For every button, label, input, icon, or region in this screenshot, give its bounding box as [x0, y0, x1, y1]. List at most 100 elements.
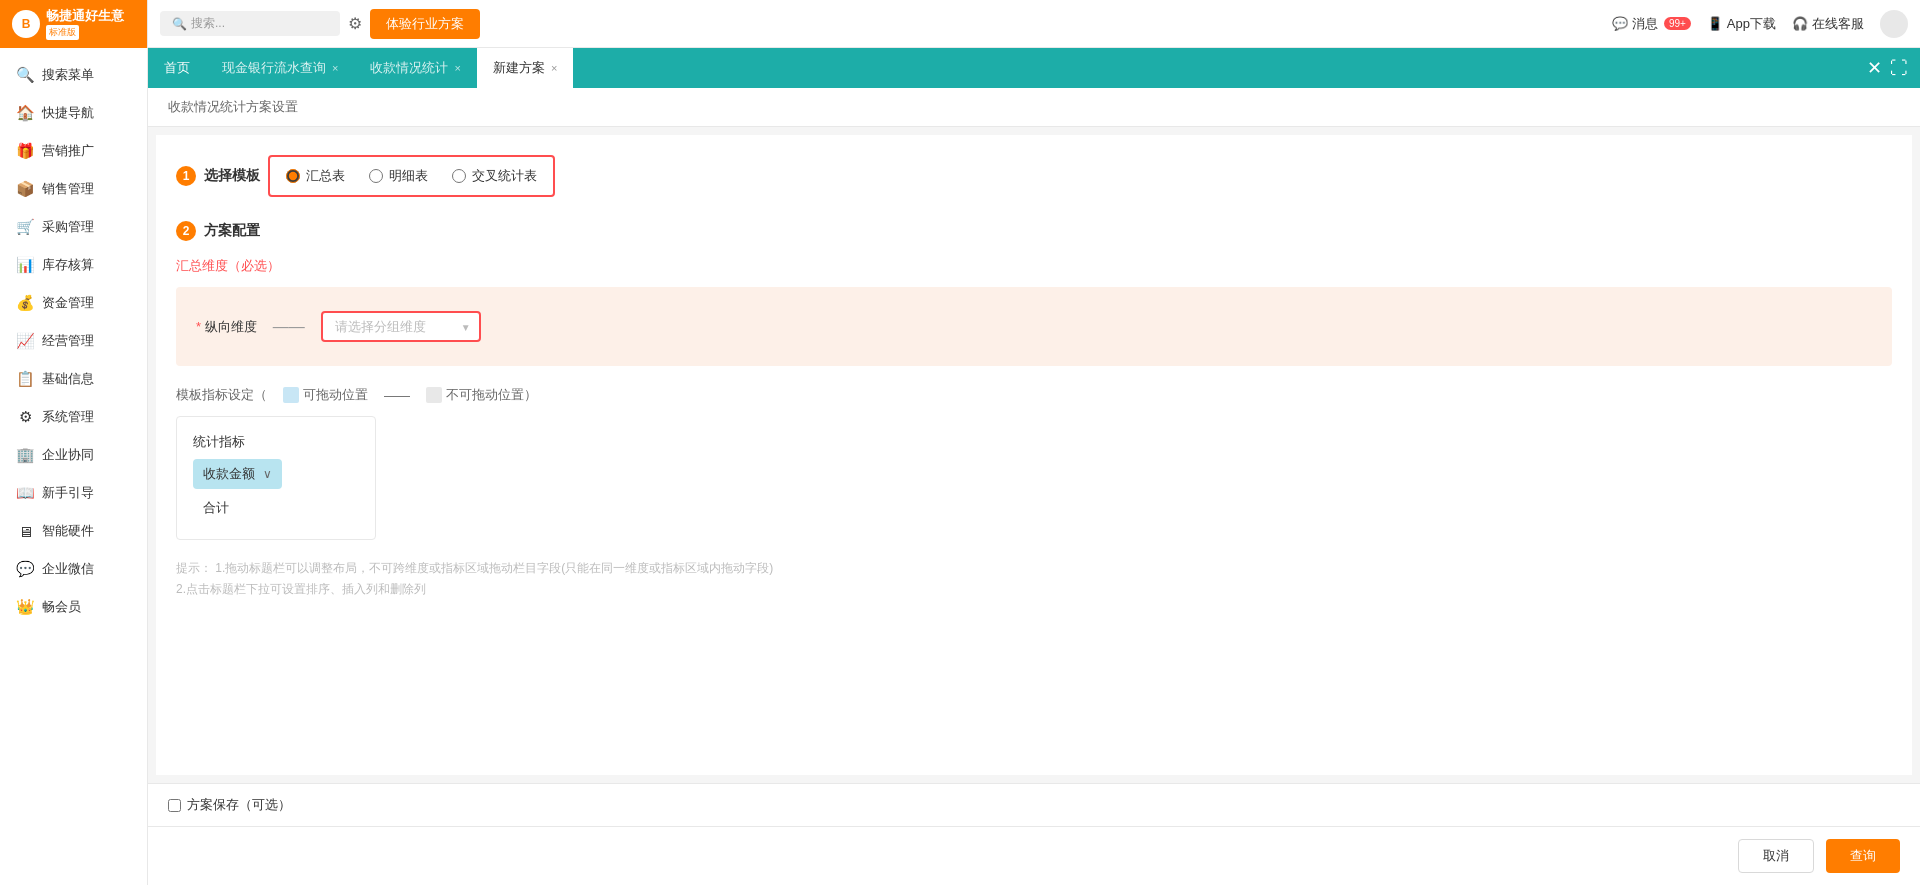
radio-detail-input[interactable]: [369, 169, 383, 183]
nav-icon-base-info: 📋: [16, 370, 34, 388]
radio-summary-input[interactable]: [286, 169, 300, 183]
section1-number: 1: [176, 166, 196, 186]
nav-icon-quick-nav: 🏠: [16, 104, 34, 122]
download-icon: 📱: [1707, 16, 1723, 31]
radio-cross-label: 交叉统计表: [472, 167, 537, 185]
nav-icon-sales: 📦: [16, 180, 34, 198]
sidebar-item-enterprise[interactable]: 🏢企业协同: [0, 436, 147, 474]
metrics-dropdown-icon[interactable]: ∨: [263, 467, 272, 481]
settings-icon[interactable]: ⚙: [348, 14, 362, 33]
section1-title: 选择模板: [204, 167, 260, 185]
support-icon: 🎧: [1792, 16, 1808, 31]
section1-header: 1 选择模板 汇总表 明细表 交叉统计表: [176, 155, 1892, 197]
save-section: 方案保存（可选）: [148, 783, 1920, 826]
nav-label-system: 系统管理: [42, 408, 94, 426]
hint-line-1: 提示： 1.拖动标题栏可以调整布局，不可跨维度或指标区域拖动栏目字段(只能在同一…: [176, 560, 1892, 577]
sidebar-item-member[interactable]: 👑畅会员: [0, 588, 147, 626]
metrics-header: 模板指标设定（ 可拖动位置 —— 不可拖动位置）: [176, 386, 1892, 404]
radio-cross-input[interactable]: [452, 169, 466, 183]
nav-icon-member: 👑: [16, 598, 34, 616]
sidebar-item-purchase[interactable]: 🛒采购管理: [0, 208, 147, 246]
support-action[interactable]: 🎧 在线客服: [1792, 15, 1864, 33]
tab-payment-stat[interactable]: 收款情况统计 ×: [354, 48, 476, 88]
sidebar-item-guide[interactable]: 📖新手引导: [0, 474, 147, 512]
hint-draggable: 可拖动位置: [283, 386, 368, 404]
logo-text: 畅捷通好生意: [46, 8, 124, 24]
hint-fixed: 不可拖动位置）: [426, 386, 537, 404]
tabbar-actions: ✕ ⛶: [1867, 57, 1920, 79]
main-area: 🔍 搜索... ⚙ 体验行业方案 💬 消息 99+ 📱 App下载 🎧 在线客服: [148, 0, 1920, 885]
nav-icon-hardware: 🖥: [16, 523, 34, 540]
footer-actions: 取消 查询: [148, 826, 1920, 885]
sidebar-item-operation[interactable]: 📈经营管理: [0, 322, 147, 360]
sidebar-item-inventory[interactable]: 📊库存核算: [0, 246, 147, 284]
form-area: 1 选择模板 汇总表 明细表 交叉统计表: [156, 135, 1912, 775]
home-tab-label: 首页: [164, 59, 190, 77]
download-label: App下载: [1727, 15, 1776, 33]
section2-title: 方案配置: [204, 222, 260, 240]
sidebar-item-finance[interactable]: 💰资金管理: [0, 284, 147, 322]
save-checkbox-label[interactable]: 方案保存（可选）: [168, 796, 291, 814]
required-mark: *: [196, 319, 201, 334]
fixed-color-box: [426, 387, 442, 403]
tabbar: 首页 现金银行流水查询 × 收款情况统计 × 新建方案 × ✕ ⛶: [148, 48, 1920, 88]
payment-stat-tab-label: 收款情况统计: [370, 59, 448, 77]
bank-flow-tab-label: 现金银行流水查询: [222, 59, 326, 77]
vertical-dim-text: 纵向维度: [205, 319, 257, 334]
tab-new-plan[interactable]: 新建方案 ×: [477, 48, 573, 88]
tab-expand-icon[interactable]: ⛶: [1890, 58, 1908, 79]
dimension-select-wrap: 请选择分组维度: [321, 311, 481, 342]
topbar-search[interactable]: 🔍 搜索...: [160, 11, 340, 36]
tab-close-all-icon[interactable]: ✕: [1867, 57, 1882, 79]
template-options: 汇总表 明细表 交叉统计表: [268, 155, 555, 197]
nav-label-base-info: 基础信息: [42, 370, 94, 388]
save-checkbox[interactable]: [168, 799, 181, 812]
radio-summary[interactable]: 汇总表: [286, 167, 345, 185]
nav-icon-system: ⚙: [16, 408, 34, 426]
sidebar-item-base-info[interactable]: 📋 基础信息: [0, 360, 147, 398]
tab-bank-flow[interactable]: 现金银行流水查询 ×: [206, 48, 354, 88]
radio-detail[interactable]: 明细表: [369, 167, 428, 185]
nav-icon-enterprise: 🏢: [16, 446, 34, 464]
nav-icon-inventory: 📊: [16, 256, 34, 274]
topbar-right: 💬 消息 99+ 📱 App下载 🎧 在线客服: [1612, 10, 1908, 38]
bank-flow-tab-close[interactable]: ×: [332, 62, 338, 74]
radio-summary-label: 汇总表: [306, 167, 345, 185]
nav-label-sales: 销售管理: [42, 180, 94, 198]
section2-number: 2: [176, 221, 196, 241]
dimension-title: 汇总维度（必选）: [176, 257, 1892, 275]
sidebar-item-quick-nav[interactable]: 🏠 快捷导航: [0, 94, 147, 132]
notification-badge: 99+: [1664, 17, 1691, 30]
metrics-tag-text: 收款金额: [203, 465, 255, 483]
radio-cross[interactable]: 交叉统计表: [452, 167, 537, 185]
notification-label: 消息: [1632, 15, 1658, 33]
nav-icon-guide: 📖: [16, 484, 34, 502]
dimension-select[interactable]: 请选择分组维度: [321, 311, 481, 342]
page-title: 收款情况统计方案设置: [148, 88, 1920, 127]
cancel-button[interactable]: 取消: [1738, 839, 1814, 873]
sidebar-item-search[interactable]: 🔍搜索菜单: [0, 56, 147, 94]
query-button[interactable]: 查询: [1826, 839, 1900, 873]
nav-icon-wechat: 💬: [16, 560, 34, 578]
nav-label-operation: 经营管理: [42, 332, 94, 350]
notification-action[interactable]: 💬 消息 99+: [1612, 15, 1691, 33]
new-plan-tab-label: 新建方案: [493, 59, 545, 77]
sidebar-item-system[interactable]: ⚙ 系统管理: [0, 398, 147, 436]
payment-stat-tab-close[interactable]: ×: [454, 62, 460, 74]
sidebar-item-wechat[interactable]: 💬企业微信: [0, 550, 147, 588]
industry-btn[interactable]: 体验行业方案: [370, 9, 480, 39]
sidebar-item-marketing[interactable]: 🎁营销推广: [0, 132, 147, 170]
new-plan-tab-close[interactable]: ×: [551, 62, 557, 74]
user-avatar[interactable]: [1880, 10, 1908, 38]
nav-icon-purchase: 🛒: [16, 218, 34, 236]
download-action[interactable]: 📱 App下载: [1707, 15, 1776, 33]
nav-label-quick-nav: 快捷导航: [42, 104, 94, 122]
sidebar-item-hardware[interactable]: 🖥 智能硬件: [0, 512, 147, 550]
tab-home[interactable]: 首页: [148, 48, 206, 88]
metrics-category-label: 统计指标: [193, 433, 359, 451]
nav-label-hardware: 智能硬件: [42, 522, 94, 540]
sidebar-item-sales[interactable]: 📦 销售管理: [0, 170, 147, 208]
sidebar: B 畅捷通好生意 标准版 🔍搜索菜单🏠快捷导航🎁营销推广📦销售管理🛒采购管理📊库…: [0, 0, 148, 885]
support-label: 在线客服: [1812, 15, 1864, 33]
metrics-tag[interactable]: 收款金额 ∨: [193, 459, 282, 489]
